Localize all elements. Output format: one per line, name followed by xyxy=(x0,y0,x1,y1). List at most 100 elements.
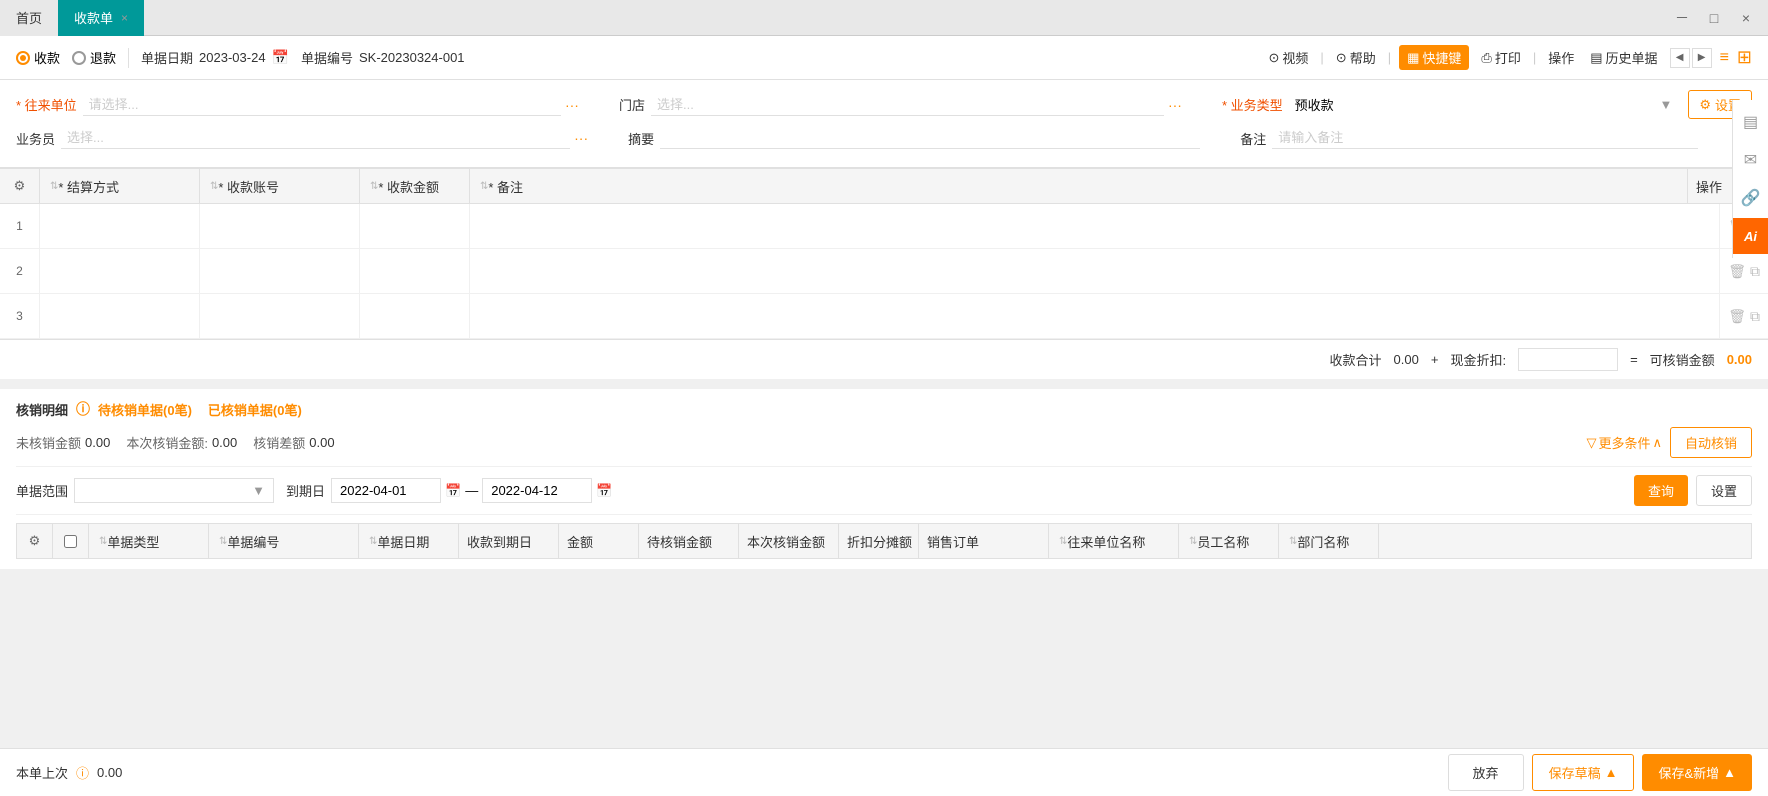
due-label: 到期日 xyxy=(286,481,325,500)
video-icon: ⊙ xyxy=(1268,50,1279,66)
sort-partner-icon[interactable]: ⇅ xyxy=(1059,536,1067,547)
diff-stat: 核销差额 0.00 xyxy=(253,433,334,452)
right-ai-icon[interactable]: Ai xyxy=(1733,218,1768,254)
discount-input[interactable] xyxy=(1518,348,1618,371)
td-settle-3[interactable] xyxy=(40,294,200,339)
date-value: 2023-03-24 xyxy=(199,50,266,65)
td-settle-2[interactable] xyxy=(40,249,200,294)
bth-sales-label: 销售订单 xyxy=(927,532,979,551)
sort-date-icon[interactable]: ⇅ xyxy=(369,536,377,547)
help-icon: ⊙ xyxy=(1336,50,1347,66)
col-settings-icon[interactable]: ⚙ xyxy=(0,168,40,204)
radio-refund[interactable]: 退款 xyxy=(72,48,116,67)
nav-prev-button[interactable]: ◀ xyxy=(1670,48,1690,68)
td-account-1[interactable] xyxy=(200,204,360,249)
copy-row-2-icon[interactable]: ⧉ xyxy=(1750,263,1760,280)
bth-partner: ⇅ 往来单位名称 xyxy=(1049,523,1179,559)
td-remark-1[interactable] xyxy=(470,204,1720,249)
summary-input[interactable] xyxy=(660,127,1200,149)
sort-dept-icon[interactable]: ⇅ xyxy=(1289,536,1297,547)
row-num-2: 2 xyxy=(0,249,40,294)
layout-icon[interactable]: ≡ xyxy=(1720,49,1729,67)
staff-input[interactable] xyxy=(61,127,570,149)
radio-refund-dot xyxy=(72,51,86,65)
window-min-button[interactable]: － xyxy=(1668,7,1696,29)
shop-more-icon[interactable]: ··· xyxy=(1168,97,1182,113)
help-button[interactable]: ⊙ 帮助 xyxy=(1332,46,1380,69)
history-button[interactable]: ▤ 历史单据 xyxy=(1586,46,1661,69)
pending-tab[interactable]: 待核销单据(0笔) xyxy=(98,400,192,419)
tab-receipt-active[interactable]: 收款单 × xyxy=(58,0,144,36)
window-max-button[interactable]: □ xyxy=(1700,7,1728,29)
this-time-label: 本次核销金额: xyxy=(126,433,208,452)
bth-due: 收款到期日 xyxy=(459,523,559,559)
sort-settle-icon[interactable]: ⇅ xyxy=(50,181,58,192)
nav-next-button[interactable]: ▶ xyxy=(1692,48,1712,68)
td-amount-2[interactable] xyxy=(360,249,470,294)
td-remark-2[interactable] xyxy=(470,249,1720,294)
shortcut-button[interactable]: ▦ 快捷键 xyxy=(1399,45,1469,70)
td-amount-3[interactable] xyxy=(360,294,470,339)
delete-row-3-icon[interactable]: 🗑 xyxy=(1728,308,1746,325)
save-draft-button[interactable]: 保存草稿 ▲ xyxy=(1532,754,1635,791)
shop-input[interactable] xyxy=(651,94,1164,116)
sort-num-icon[interactable]: ⇅ xyxy=(219,536,227,547)
bth-date-label: 单据日期 xyxy=(377,532,429,551)
done-tab[interactable]: 已核销单据(0笔) xyxy=(208,400,302,419)
auto-writeoff-button[interactable]: 自动核销 xyxy=(1670,427,1752,458)
radio-receipt[interactable]: 收款 xyxy=(16,48,60,67)
settings-query-button[interactable]: 设置 xyxy=(1696,475,1752,506)
note-input[interactable] xyxy=(1272,127,1698,149)
save-new-arrow-icon[interactable]: ▲ xyxy=(1723,765,1736,780)
writeoff-info-icon[interactable]: ⓘ xyxy=(76,399,90,419)
query-button[interactable]: 查询 xyxy=(1634,475,1688,506)
sort-account-icon[interactable]: ⇅ xyxy=(210,181,218,192)
right-link-icon[interactable]: 🔗 xyxy=(1733,180,1768,216)
window-close-button[interactable]: × xyxy=(1732,7,1760,29)
td-account-2[interactable] xyxy=(200,249,360,294)
tab-close-icon[interactable]: × xyxy=(121,11,128,25)
operation-button[interactable]: 操作 xyxy=(1544,46,1578,69)
tab-receipt-label: 收款单 xyxy=(74,8,113,27)
filter-icon: ▽ xyxy=(1586,435,1596,451)
select-all-checkbox[interactable] xyxy=(64,535,77,548)
more-conditions-button[interactable]: ▽ 更多条件 ∧ xyxy=(1586,433,1662,452)
delete-row-2-icon[interactable]: 🗑 xyxy=(1728,263,1746,280)
right-mail-icon[interactable]: ✉ xyxy=(1733,142,1768,178)
biz-type-arrow[interactable]: ▼ xyxy=(1659,97,1672,112)
cal-to-icon[interactable]: 📅 xyxy=(596,483,612,499)
bth-amount: 金额 xyxy=(559,523,639,559)
bth-dept-label: 部门名称 xyxy=(1297,532,1349,551)
tab-home[interactable]: 首页 xyxy=(0,0,58,36)
partner-more-icon[interactable]: ··· xyxy=(565,97,579,113)
sort-amount-icon[interactable]: ⇅ xyxy=(370,181,378,192)
td-remark-3[interactable] xyxy=(470,294,1720,339)
save-new-button[interactable]: 保存&新增 ▲ xyxy=(1642,754,1752,791)
discard-button[interactable]: 放弃 xyxy=(1448,754,1524,791)
date-to-input[interactable] xyxy=(482,478,592,503)
right-table-icon[interactable]: ▤ xyxy=(1733,104,1768,140)
td-amount-1[interactable] xyxy=(360,204,470,249)
sort-type-icon[interactable]: ⇅ xyxy=(99,536,107,547)
table-row: 2 🗑 ⧉ xyxy=(0,249,1768,294)
sort-staff-icon[interactable]: ⇅ xyxy=(1189,536,1197,547)
copy-row-3-icon[interactable]: ⧉ xyxy=(1750,308,1760,325)
video-button[interactable]: ⊙ 视频 xyxy=(1264,46,1312,69)
cal-from-icon[interactable]: 📅 xyxy=(445,483,461,499)
td-settle-1[interactable] xyxy=(40,204,200,249)
date-from-input[interactable] xyxy=(331,478,441,503)
bottom-info-icon[interactable]: ⓘ xyxy=(76,763,89,782)
bottom-col-settings-icon[interactable]: ⚙ xyxy=(17,523,53,559)
grid-icon[interactable]: ⊞ xyxy=(1737,47,1752,68)
save-draft-arrow-icon[interactable]: ▲ xyxy=(1605,765,1618,780)
bottom-select-all[interactable] xyxy=(53,523,89,559)
settings-gear-icon: ⚙ xyxy=(1699,97,1711,113)
staff-label: 业务员 xyxy=(16,129,55,148)
td-account-3[interactable] xyxy=(200,294,360,339)
staff-more-icon[interactable]: ··· xyxy=(574,130,588,146)
range-dropdown[interactable]: ▼ xyxy=(74,478,274,503)
bottom-value: 0.00 xyxy=(97,765,122,780)
calendar-icon[interactable]: 📅 xyxy=(272,49,289,66)
print-button[interactable]: ⎙ 打印 xyxy=(1477,46,1524,69)
partner-input[interactable] xyxy=(83,94,561,116)
